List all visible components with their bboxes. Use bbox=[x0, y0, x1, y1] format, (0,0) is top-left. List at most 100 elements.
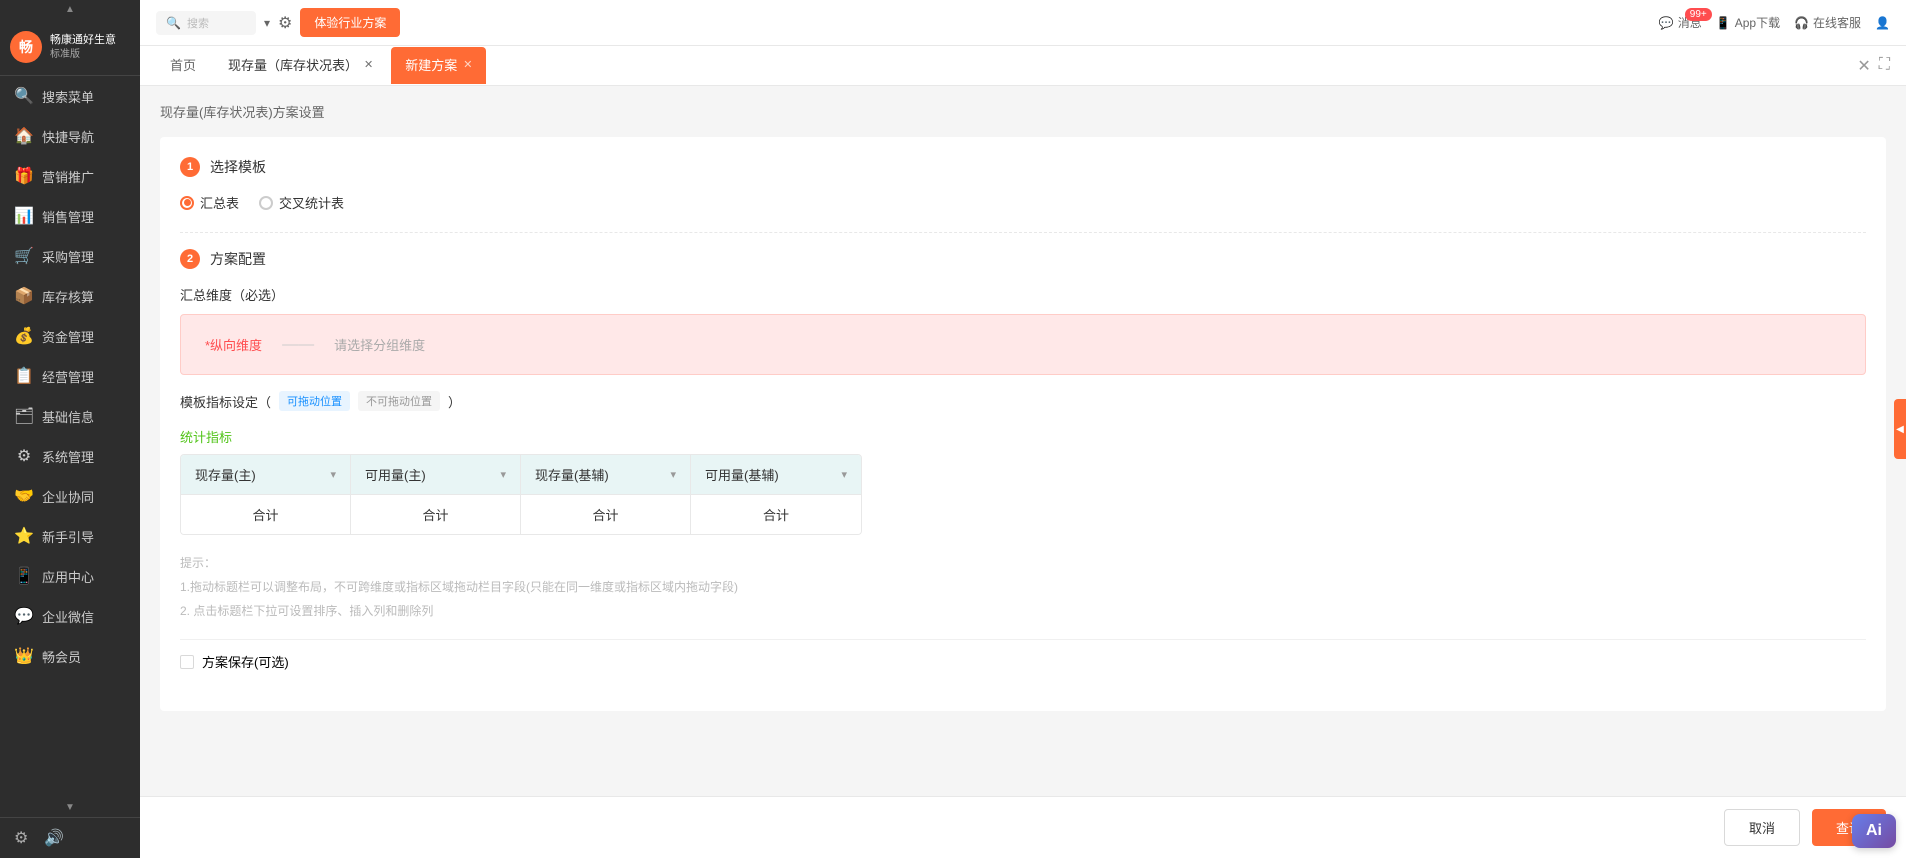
user-avatar[interactable]: 👤 bbox=[1875, 16, 1890, 30]
sidebar-item-search-menu[interactable]: 🔍 搜索菜单 bbox=[0, 76, 140, 116]
tab-home[interactable]: 首页 bbox=[156, 47, 210, 84]
search-icon: 🔍 bbox=[166, 16, 181, 30]
app-version: 标准版 bbox=[50, 48, 116, 61]
stat-cell-1: 合计 bbox=[181, 495, 351, 534]
tab-home-label: 首页 bbox=[170, 55, 196, 74]
stat-cell-4: 合计 bbox=[691, 495, 861, 534]
stat-col-1[interactable]: 现存量(主) ▾ bbox=[181, 455, 351, 494]
message-icon: 💬 bbox=[1659, 16, 1674, 30]
handshake-icon: 🤝 bbox=[14, 486, 34, 506]
sidebar-item-label: 系统管理 bbox=[42, 447, 94, 466]
indicator-title-text: 模板指标设定（ bbox=[180, 392, 271, 411]
trial-button[interactable]: 体验行业方案 bbox=[300, 8, 400, 37]
search-icon: 🔍 bbox=[14, 86, 34, 106]
radio-cross[interactable]: 交叉统计表 bbox=[259, 193, 344, 212]
save-option: 方案保存(可选) bbox=[180, 639, 1866, 671]
sidebar-item-label: 搜索菜单 bbox=[42, 87, 94, 106]
right-expand-handle[interactable]: ◀ bbox=[1894, 399, 1906, 459]
close-panel-icon[interactable]: ✕ bbox=[1857, 56, 1870, 76]
dimension-box[interactable]: *纵向维度 —— 请选择分组维度 bbox=[180, 314, 1866, 375]
topbar-right: 💬 消息 99+ 📱 App下载 🎧 在线客服 👤 bbox=[1659, 14, 1890, 31]
sidebar-item-enterprise[interactable]: 🤝 企业协同 bbox=[0, 476, 140, 516]
dropdown-arrow-icon: ▾ bbox=[264, 16, 270, 30]
col-4-arrow-icon: ▾ bbox=[841, 468, 847, 481]
col-2-arrow-icon: ▾ bbox=[500, 468, 506, 481]
dimension-placeholder: 请选择分组维度 bbox=[334, 335, 425, 354]
no-drag-badge: 不可拖动位置 bbox=[358, 391, 440, 411]
tab-new-scheme-close-icon[interactable]: ✕ bbox=[463, 58, 472, 71]
step2-number: 2 bbox=[180, 249, 200, 269]
sound-icon[interactable]: 🔊 bbox=[44, 828, 64, 848]
app-name: 畅康通好生意 bbox=[50, 33, 116, 47]
online-service-button[interactable]: 🎧 在线客服 bbox=[1794, 14, 1861, 31]
radio-summary[interactable]: 汇总表 bbox=[180, 193, 239, 212]
sidebar-nav: 🔍 搜索菜单 🏠 快捷导航 🎁 营销推广 📊 销售管理 🛒 采购管理 📦 库存核… bbox=[0, 76, 140, 798]
step2-section: 2 方案配置 汇总维度（必选） *纵向维度 —— 请选择分组维度 模板指标设定（… bbox=[180, 249, 1866, 671]
phone-icon: 📱 bbox=[1716, 16, 1731, 30]
sidebar-item-purchase[interactable]: 🛒 采购管理 bbox=[0, 236, 140, 276]
sidebar-item-quick-nav[interactable]: 🏠 快捷导航 bbox=[0, 116, 140, 156]
app-download-label: App下载 bbox=[1735, 14, 1780, 31]
sidebar-item-finance[interactable]: 💰 资金管理 bbox=[0, 316, 140, 356]
phone-icon: 📱 bbox=[14, 566, 34, 586]
sidebar-item-inventory[interactable]: 📦 库存核算 bbox=[0, 276, 140, 316]
stat-table-row: 合计 合计 合计 合计 bbox=[181, 494, 861, 534]
content-area: 现存量(库存状况表)方案设置 1 选择模板 汇总表 交叉统计表 bbox=[140, 86, 1906, 796]
sidebar-item-member[interactable]: 👑 畅会员 bbox=[0, 636, 140, 676]
messages-badge: 99+ bbox=[1685, 8, 1712, 21]
tabs-bar: 首页 现存量（库存状况表） ✕ 新建方案 ✕ ✕ ⛶ bbox=[140, 46, 1906, 86]
footer: 取消 查询 bbox=[140, 796, 1906, 858]
expand-icon[interactable]: ⛶ bbox=[1879, 56, 1890, 76]
chart-icon: 📊 bbox=[14, 206, 34, 226]
tab-expand-buttons: ✕ ⛶ bbox=[1857, 56, 1890, 76]
cancel-button[interactable]: 取消 bbox=[1724, 809, 1800, 846]
app-download-button[interactable]: 📱 App下载 bbox=[1716, 14, 1780, 31]
tab-inventory-status[interactable]: 现存量（库存状况表） ✕ bbox=[214, 47, 387, 84]
tab-inventory-label: 现存量（库存状况表） bbox=[228, 55, 358, 74]
topbar-gear-icon[interactable]: ⚙ bbox=[278, 13, 292, 33]
sidebar-item-newbie[interactable]: ⭐ 新手引导 bbox=[0, 516, 140, 556]
indicator-label: 模板指标设定（ 可拖动位置 不可拖动位置 ） bbox=[180, 391, 1866, 411]
settings-icon[interactable]: ⚙ bbox=[14, 828, 28, 848]
sidebar-item-wechat[interactable]: 💬 企业微信 bbox=[0, 596, 140, 636]
sidebar-item-app-center[interactable]: 📱 应用中心 bbox=[0, 556, 140, 596]
tips-section: 提示： 1.拖动标题栏可以调整布局，不可跨维度或指标区域拖动栏目字段(只能在同一… bbox=[180, 551, 1866, 623]
stat-table-header: 现存量(主) ▾ 可用量(主) ▾ 现存量(基辅) ▾ bbox=[181, 455, 861, 494]
sidebar: ▲ 畅 畅康通好生意 标准版 🔍 搜索菜单 🏠 快捷导航 🎁 营销推广 📊 销售… bbox=[0, 0, 140, 858]
step-divider bbox=[180, 232, 1866, 233]
sidebar-item-label: 畅会员 bbox=[42, 647, 81, 666]
sidebar-bottom: ⚙ 🔊 bbox=[0, 817, 140, 858]
indicator-close-paren: ） bbox=[448, 392, 461, 411]
stat-col-2[interactable]: 可用量(主) ▾ bbox=[351, 455, 521, 494]
sidebar-item-sales[interactable]: 📊 销售管理 bbox=[0, 196, 140, 236]
money-icon: 💰 bbox=[14, 326, 34, 346]
tip-1: 1.拖动标题栏可以调整布局，不可跨维度或指标区域拖动栏目字段(只能在同一维度或指… bbox=[180, 575, 1866, 599]
topbar-search-box[interactable]: 🔍 搜索 bbox=[156, 11, 256, 35]
box-icon: 📦 bbox=[14, 286, 34, 306]
dimension-line: —— bbox=[282, 336, 314, 354]
ai-badge[interactable]: Ai bbox=[1852, 814, 1896, 848]
sidebar-item-label: 企业协同 bbox=[42, 487, 94, 506]
star-icon: ⭐ bbox=[14, 526, 34, 546]
cart-icon: 🛒 bbox=[14, 246, 34, 266]
tab-inventory-close-icon[interactable]: ✕ bbox=[364, 58, 373, 71]
search-placeholder: 搜索 bbox=[187, 15, 209, 31]
sidebar-scroll-down[interactable]: ▼ bbox=[0, 798, 140, 817]
clipboard-icon: 📋 bbox=[14, 366, 34, 386]
sidebar-item-system[interactable]: ⚙ 系统管理 bbox=[0, 436, 140, 476]
sidebar-scroll-up[interactable]: ▲ bbox=[0, 0, 140, 19]
sidebar-item-operation[interactable]: 📋 经营管理 bbox=[0, 356, 140, 396]
sidebar-item-label: 采购管理 bbox=[42, 247, 94, 266]
topbar-dropdown[interactable]: ▾ bbox=[264, 16, 270, 30]
tab-new-scheme[interactable]: 新建方案 ✕ bbox=[391, 47, 486, 84]
step1-section: 1 选择模板 汇总表 交叉统计表 bbox=[180, 157, 1866, 212]
gift-icon: 🎁 bbox=[14, 166, 34, 186]
sidebar-item-marketing[interactable]: 🎁 营销推广 bbox=[0, 156, 140, 196]
stat-col-4[interactable]: 可用量(基辅) ▾ bbox=[691, 455, 861, 494]
stat-col-2-label: 可用量(主) bbox=[365, 465, 426, 484]
sidebar-item-basic-info[interactable]: 🗂 基础信息 bbox=[0, 396, 140, 436]
save-checkbox[interactable] bbox=[180, 655, 194, 669]
stat-col-3[interactable]: 现存量(基辅) ▾ bbox=[521, 455, 691, 494]
messages-button[interactable]: 💬 消息 99+ bbox=[1659, 14, 1702, 31]
topbar: 🔍 搜索 ▾ ⚙ 体验行业方案 💬 消息 99+ 📱 App下载 🎧 在线客服 bbox=[140, 0, 1906, 46]
